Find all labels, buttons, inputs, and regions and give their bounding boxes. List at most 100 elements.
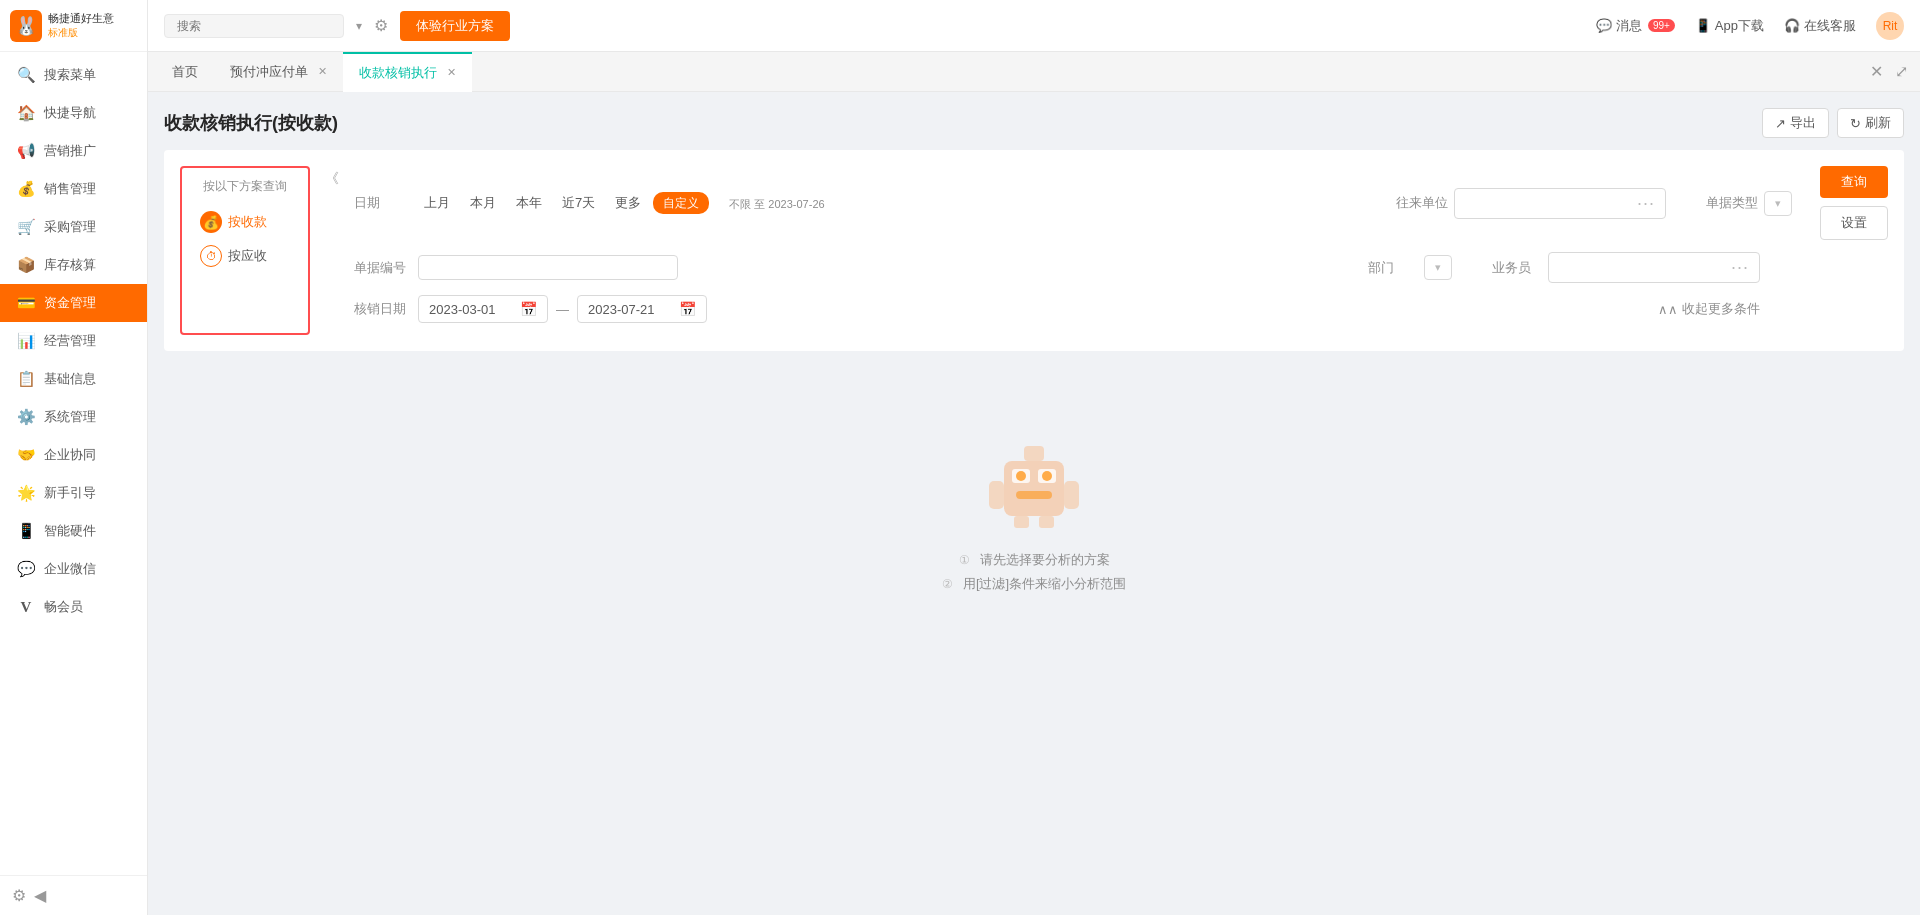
page-title: 收款核销执行(按收款) [164,111,338,135]
messages-label: 消息 [1616,17,1642,35]
online-service-button[interactable]: 🎧 在线客服 [1784,17,1856,35]
tab-receivables[interactable]: 收款核销执行 ✕ [343,52,472,92]
dept-arrow-icon: ▾ [1435,261,1441,274]
sidebar-item-guide[interactable]: 🌟 新手引导 [0,474,147,512]
salesperson-group: 业务员 ··· [1492,252,1760,283]
tab-prepay-close-icon[interactable]: ✕ [318,65,327,78]
sidebar-item-finance[interactable]: 💳 资金管理 [0,284,147,322]
last-7-days-btn[interactable]: 近7天 [554,192,603,214]
writeoff-date-end[interactable]: 2023-07-21 📅 [577,295,707,323]
counterparty-dots-icon[interactable]: ··· [1637,193,1655,214]
sidebar-item-system[interactable]: ⚙️ 系统管理 [0,398,147,436]
industry-plan-button[interactable]: 体验行业方案 [400,11,510,41]
export-icon: ↗ [1775,116,1786,131]
settings-bottom-icon[interactable]: ⚙ [12,886,26,905]
this-month-btn[interactable]: 本月 [462,192,504,214]
user-profile[interactable]: Rit [1876,12,1904,40]
filter-by-receivable[interactable]: ⏱ 按应收 [192,239,298,273]
collapse-more-button[interactable]: ∧∧ 收起更多条件 [1658,300,1760,318]
salesperson-input-wrap[interactable]: ··· [1548,252,1760,283]
more-date-btn[interactable]: 更多 [607,192,649,214]
sidebar-item-search[interactable]: 🔍 搜索菜单 [0,56,147,94]
collapse-more-area: ∧∧ 收起更多条件 [1658,300,1760,318]
bill-no-input-wrap[interactable] [418,255,678,280]
logo-text-group: 畅捷通好生意 标准版 [48,11,114,39]
export-button[interactable]: ↗ 导出 [1762,108,1829,138]
hardware-nav-icon: 📱 [16,522,36,540]
sidebar-item-basic[interactable]: 📋 基础信息 [0,360,147,398]
date-sub-text: 不限 至 2023-07-26 [729,197,824,212]
tab-receivables-label: 收款核销执行 [359,64,437,82]
settings-button[interactable]: 设置 [1820,206,1888,240]
member-nav-icon: V [16,599,36,616]
sales-nav-icon: 💰 [16,180,36,198]
custom-date-btn[interactable]: 自定义 [653,192,709,214]
svg-rect-7 [989,481,1004,509]
collapse-icon: 《 [325,170,339,188]
app-download-button[interactable]: 📱 App下载 [1695,17,1764,35]
writeoff-date-label: 核销日期 [354,300,406,318]
filter-main: 日期 上月 本月 本年 近7天 更多 自定义 不限 至 2023-07-26 [354,166,1888,335]
tab-prepay-label: 预付冲应付单 [230,63,308,81]
messages-button[interactable]: 💬 消息 99+ [1596,17,1675,35]
tab-home[interactable]: 首页 [156,52,214,92]
bill-type-select[interactable]: ▾ [1764,191,1792,216]
bill-no-input[interactable] [429,260,667,275]
sidebar-item-inventory[interactable]: 📦 库存核算 [0,246,147,284]
sidebar-item-purchase[interactable]: 🛒 采购管理 [0,208,147,246]
counterparty-label: 往来单位 [1396,194,1448,212]
sidebar-item-member-label: 畅会员 [44,598,83,616]
topbar-search-input[interactable] [164,14,344,38]
refresh-icon: ↻ [1850,116,1861,131]
refresh-button[interactable]: ↻ 刷新 [1837,108,1904,138]
wechat-nav-icon: 💬 [16,560,36,578]
sidebar-item-marketing[interactable]: 📢 营销推广 [0,132,147,170]
salesperson-input[interactable] [1559,260,1727,275]
tab-home-label: 首页 [172,63,198,81]
collapse-more-label: 收起更多条件 [1682,300,1760,318]
writeoff-date-range: 2023-03-01 📅 — 2023-07-21 📅 [418,295,707,323]
tab-prepay[interactable]: 预付冲应付单 ✕ [214,52,343,92]
filter-collapse-button[interactable]: 《 [322,166,342,188]
svg-rect-5 [1016,491,1052,499]
collapse-sidebar-icon[interactable]: ◀ [34,886,46,905]
svg-rect-6 [1024,446,1044,461]
empty-hint-2: ② 用[过滤]条件来缩小分析范围 [942,575,1126,593]
sidebar-item-member[interactable]: V 畅会员 [0,588,147,626]
filter-by-receipt[interactable]: 💰 按收款 [192,205,298,239]
query-button[interactable]: 查询 [1820,166,1888,198]
sidebar-item-corp[interactable]: 🤝 企业协同 [0,436,147,474]
topbar-chevron-icon[interactable]: ▾ [356,19,362,33]
sidebar-item-shortcut[interactable]: 🏠 快捷导航 [0,94,147,132]
receivable-filter-icon: ⏱ [200,245,222,267]
svg-rect-0 [1004,461,1064,516]
salesperson-dots-icon[interactable]: ··· [1731,257,1749,278]
writeoff-date-end-text: 2023-07-21 [588,302,655,317]
sidebar-item-sales[interactable]: 💰 销售管理 [0,170,147,208]
bill-type-arrow-icon: ▾ [1775,197,1781,210]
sidebar-item-shortcut-label: 快捷导航 [44,104,96,122]
sidebar-item-hardware[interactable]: 📱 智能硬件 [0,512,147,550]
page-header: 收款核销执行(按收款) ↗ 导出 ↻ 刷新 [164,108,1904,138]
tab-receivables-close-icon[interactable]: ✕ [447,66,456,79]
counterparty-input[interactable] [1465,196,1633,211]
filter-by-receivable-label: 按应收 [228,247,267,265]
sidebar-item-business[interactable]: 📊 经营管理 [0,322,147,360]
last-month-btn[interactable]: 上月 [416,192,458,214]
this-year-btn[interactable]: 本年 [508,192,550,214]
topbar-gear-icon[interactable]: ⚙ [374,16,388,35]
main-area: ▾ ⚙ 体验行业方案 💬 消息 99+ 📱 App下载 🎧 在线客服 Rit [148,0,1920,915]
dept-select[interactable]: ▾ [1424,255,1452,280]
bill-type-group: 单据类型 ▾ [1706,191,1792,216]
writeoff-date-start[interactable]: 2023-03-01 📅 [418,295,548,323]
counterparty-input-wrap[interactable]: ··· [1454,188,1666,219]
refresh-label: 刷新 [1865,114,1891,132]
sidebar-item-marketing-label: 营销推广 [44,142,96,160]
sidebar: 🐰 畅捷通好生意 标准版 🔍 搜索菜单 🏠 快捷导航 📢 营销推广 💰 销售管理… [0,0,148,915]
restore-tab-button[interactable]: ⤢ [1891,58,1912,85]
sidebar-item-wechat[interactable]: 💬 企业微信 [0,550,147,588]
corp-nav-icon: 🤝 [16,446,36,464]
close-tab-button[interactable]: ✕ [1866,58,1887,85]
guide-nav-icon: 🌟 [16,484,36,502]
dept-label: 部门 [1368,259,1418,277]
